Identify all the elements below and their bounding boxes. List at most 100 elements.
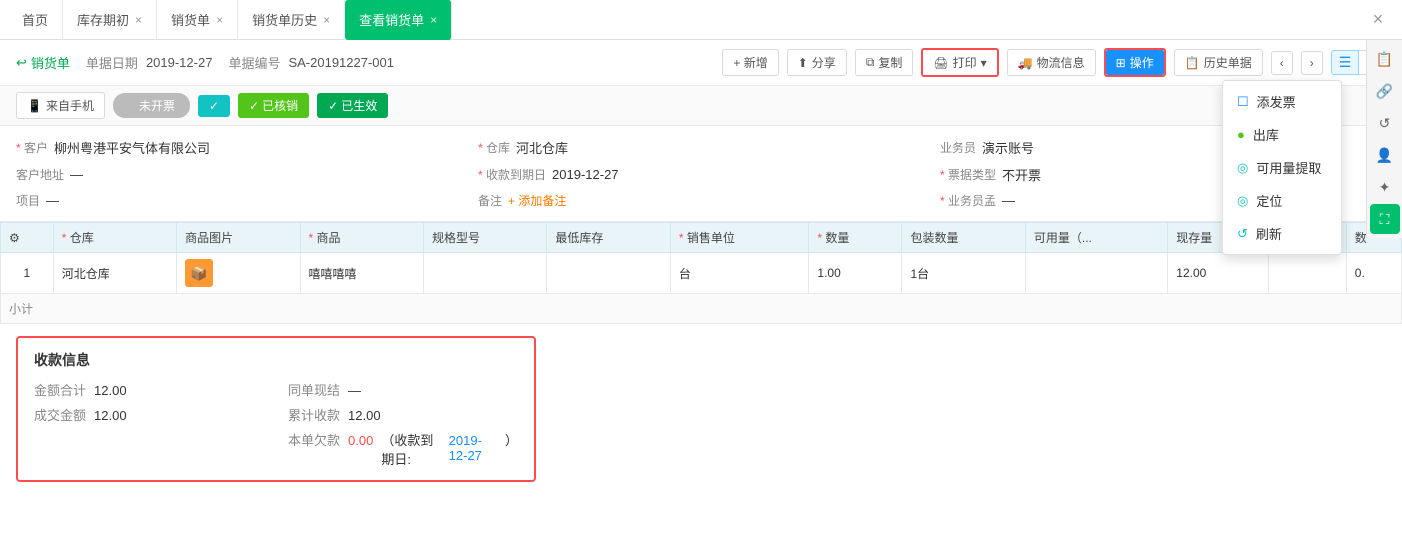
staff-value: 演示账号 [982, 138, 1034, 157]
total-amount-item: 金额合计 12.00 [34, 380, 264, 399]
from-phone-button[interactable]: 📱 来自手机 [16, 92, 105, 119]
col-qty: * 数量 [809, 223, 902, 253]
col-product: * 商品 [300, 223, 423, 253]
not-open-button[interactable]: 未开票 [113, 93, 190, 118]
share-icon: ⬆ [798, 56, 808, 70]
subtotal-row: 小计 [1, 294, 1402, 324]
tab-sales-history[interactable]: 销货单历史 × [238, 0, 345, 40]
col-unit: * 销售单位 [670, 223, 809, 253]
sidebar-icon-4[interactable]: 👤 [1370, 140, 1400, 170]
copy-button[interactable]: ⧉ 复制 [855, 49, 914, 76]
history-icon: 📋 [1185, 56, 1200, 70]
doc-type: ↩ 销货单 [16, 53, 70, 72]
outbound-item[interactable]: ● 出库 [1223, 118, 1341, 151]
col-spec: 规格型号 [423, 223, 546, 253]
new-button[interactable]: + 新增 [722, 49, 778, 76]
payment-date-value: 2019-12-27 [552, 167, 619, 182]
row-spec [423, 253, 546, 294]
tab-view-sales[interactable]: 查看销货单 × [345, 0, 452, 40]
ticket-type-value: 不开票 [1002, 165, 1041, 184]
tab-sales-order-close[interactable]: × [216, 13, 223, 27]
logistics-button[interactable]: 🚚 物流信息 [1007, 49, 1096, 76]
subtotal-label: 小计 [1, 294, 1402, 324]
doc-header: ↩ 销货单 单据日期 2019-12-27 单据编号 SA-20191227-0… [0, 40, 1402, 86]
address-value: — [70, 167, 83, 182]
list-view-button[interactable]: ☰ [1331, 50, 1360, 75]
customer-value: 柳州粤港平安气体有限公司 [54, 138, 210, 157]
window-close-button[interactable]: × [1362, 4, 1394, 36]
history-button[interactable]: 📋 历史单据 [1174, 49, 1263, 76]
col-pkg-qty: 包装数量 [902, 223, 1025, 253]
customer-label: 客户 [16, 139, 48, 156]
phone-icon: 📱 [27, 99, 42, 113]
add-note-button[interactable]: + 添加备注 [508, 192, 566, 209]
warehouse-value: 河北仓库 [516, 138, 568, 157]
doc-actions: + 新增 ⬆ 分享 ⧉ 复制 🖨 打印 ▾ 🚚 物流信息 [722, 48, 1386, 77]
cumulative-item: 累计收款 12.00 [288, 405, 518, 424]
tab-sales-order[interactable]: 销货单 × [157, 0, 238, 40]
sold-button[interactable]: ✓ 已核销 [238, 93, 309, 118]
row-product: 嘻嘻嘻嘻 [300, 253, 423, 294]
row-unit: 台 [670, 253, 809, 294]
tab-bar: 首页 库存期初 × 销货单 × 销货单历史 × 查看销货单 × × [0, 0, 1402, 40]
row-price [1268, 253, 1346, 294]
sidebar-icon-5[interactable]: ✦ [1370, 172, 1400, 202]
available-pickup-item[interactable]: ◎ 可用量提取 [1223, 151, 1341, 184]
sidebar-icon-2[interactable]: 🔗 [1370, 76, 1400, 106]
warehouse-label: 仓库 [478, 139, 510, 156]
doc-type-icon: ↩ [16, 55, 27, 71]
add-invoice-icon: ☐ [1237, 94, 1249, 110]
sidebar-icon-3[interactable]: ↺ [1370, 108, 1400, 138]
cumulative-label: 累计收款 [288, 405, 340, 424]
add-invoice-item[interactable]: ☐ 添发票 [1223, 85, 1341, 118]
doc-type-label: 销货单 [31, 53, 70, 72]
col-gear: ⚙ [1, 223, 54, 253]
nav-next-button[interactable]: › [1301, 51, 1323, 75]
sidebar-icon-1[interactable]: 📋 [1370, 44, 1400, 74]
share-button[interactable]: ⬆ 分享 [787, 49, 847, 76]
table-row: 1 河北仓库 📦 嘻嘻嘻嘻 台 1.00 1台 12.00 [1, 253, 1402, 294]
operation-highlight: ⊞ 操作 [1104, 48, 1166, 77]
payment-date-field: 收款到期日 2019-12-27 [478, 165, 924, 184]
owe-date: 2019-12-27 [449, 433, 497, 463]
available-pickup-label: 可用量提取 [1256, 158, 1321, 177]
payment-title: 收款信息 [34, 350, 518, 370]
tab-inventory-init-close[interactable]: × [135, 13, 142, 27]
payment-date-label: 收款到期日 [478, 166, 546, 183]
product-table: ⚙ * 仓库 商品图片 * 商品 规格型号 最低库存 * 销售单位 * 数量 包… [0, 221, 1402, 324]
row-product-img: 📦 [177, 253, 300, 294]
available-pickup-icon: ◎ [1237, 160, 1248, 176]
logistics-icon: 🚚 [1018, 56, 1033, 70]
col-product-img: 商品图片 [177, 223, 300, 253]
project-value: — [46, 193, 59, 208]
payment-grid: 金额合计 12.00 同单现结 — 成交金额 12.00 累计收款 12.00 [34, 380, 518, 468]
tab-view-sales-close[interactable]: × [430, 13, 437, 27]
locate-item[interactable]: ◎ 定位 [1223, 184, 1341, 217]
check-button[interactable]: ✓ [198, 95, 230, 117]
right-sidebar: 📋 🔗 ↺ 👤 ✦ ⛶ [1366, 40, 1402, 238]
nav-prev-button[interactable]: ‹ [1271, 51, 1293, 75]
main-content: ↩ 销货单 单据日期 2019-12-27 单据编号 SA-20191227-0… [0, 40, 1402, 533]
same-bill-label: 同单现结 [288, 380, 340, 399]
customer-field: 客户 柳州粤港平安气体有限公司 [16, 138, 462, 157]
print-button[interactable]: 🖨 打印 ▾ [921, 48, 998, 77]
staff-label: 业务员 [940, 139, 976, 156]
refresh-item[interactable]: ↺ 刷新 [1223, 217, 1341, 250]
form-section: 客户 柳州粤港平安气体有限公司 仓库 河北仓库 业务员 演示账号 客户地址 — … [0, 126, 1402, 221]
address-label: 客户地址 [16, 166, 64, 183]
row-seq: 1 [1, 253, 54, 294]
copy-icon: ⧉ [866, 55, 875, 70]
date-label: 单据日期 [86, 53, 138, 72]
gear-icon[interactable]: ⚙ [9, 231, 20, 245]
print-icon: 🖨 [933, 56, 948, 70]
operation-dropdown: ☐ 添发票 ● 出库 ◎ 可用量提取 ◎ 定位 ↺ 刷新 [1222, 80, 1342, 255]
tab-sales-history-close[interactable]: × [323, 13, 330, 27]
this-owe-label: 本单欠款 [288, 430, 340, 449]
sidebar-icon-expand[interactable]: ⛶ [1370, 204, 1400, 234]
operation-button[interactable]: ⊞ 操作 [1106, 50, 1164, 75]
effective-button[interactable]: ✓ 已生效 [317, 93, 388, 118]
number-label: 单据编号 [228, 53, 280, 72]
print-dropdown-arrow: ▾ [981, 56, 987, 70]
tab-home[interactable]: 首页 [8, 0, 63, 40]
tab-inventory-init[interactable]: 库存期初 × [63, 0, 157, 40]
